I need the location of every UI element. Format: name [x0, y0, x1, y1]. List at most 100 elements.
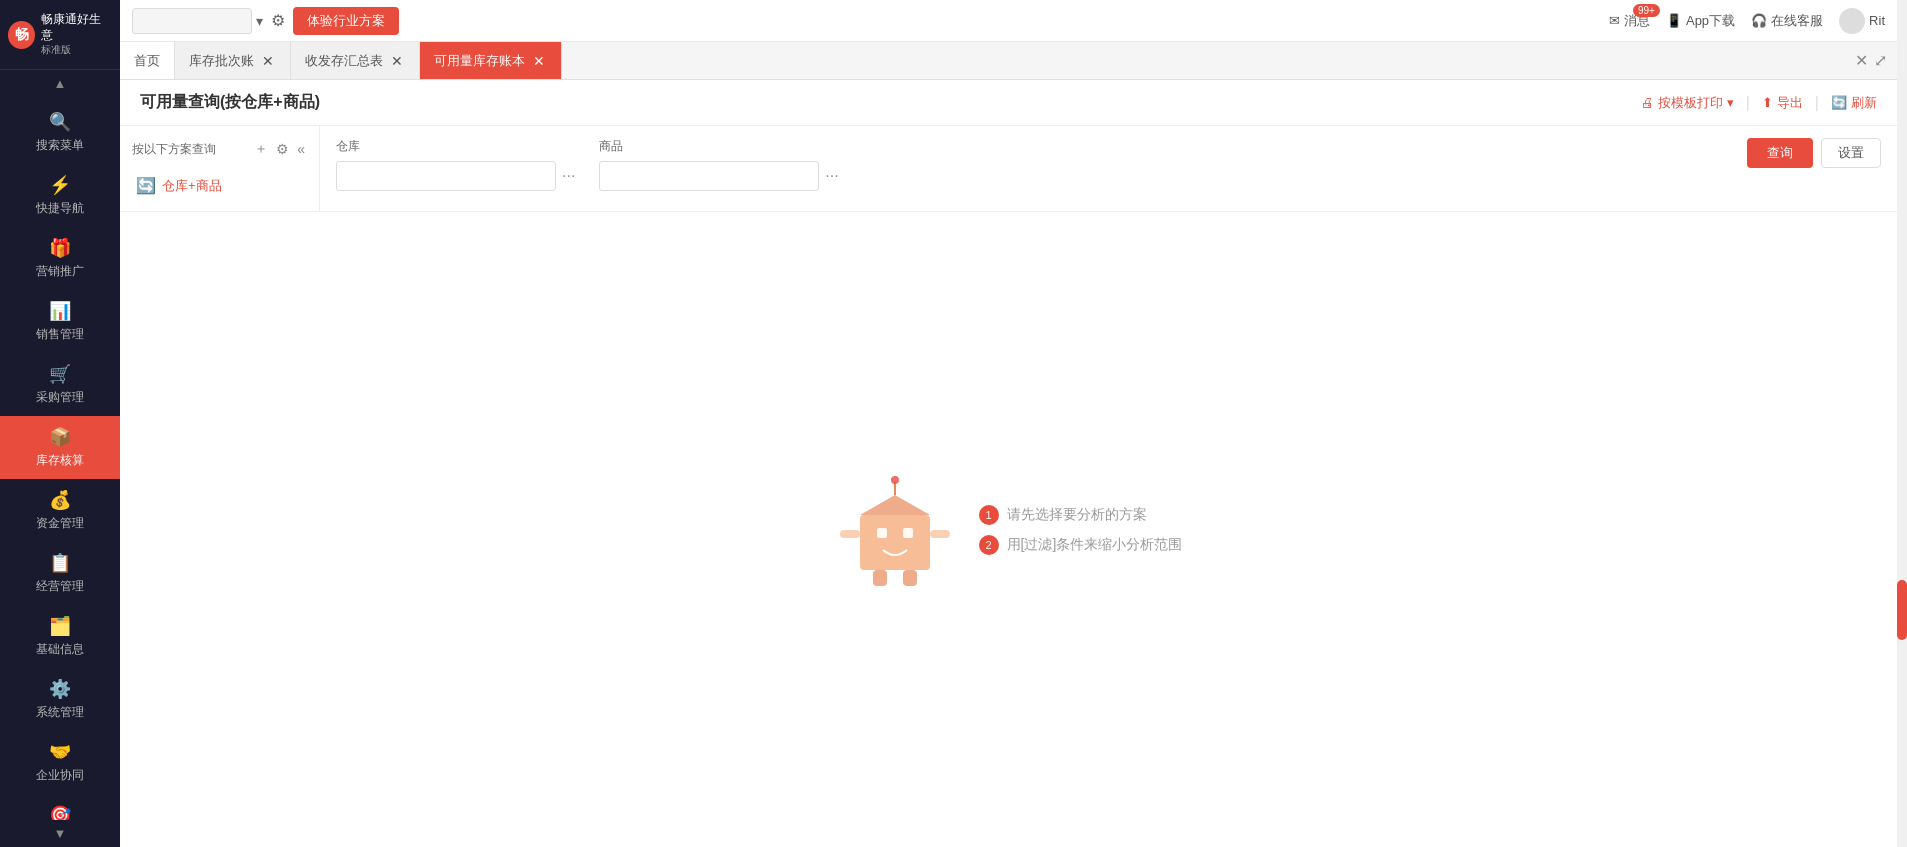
sidebar-item-label: 资金管理 [36, 515, 84, 532]
refresh-button[interactable]: 🔄 刷新 [1831, 94, 1877, 112]
message-action[interactable]: ✉ 消息 99+ [1609, 12, 1650, 30]
svg-marker-1 [860, 495, 930, 515]
sidebar-item-operations[interactable]: 📋 经营管理 [0, 542, 120, 605]
scheme-panel-actions: ＋ ⚙ « [252, 138, 307, 160]
tab-home-label: 首页 [134, 52, 160, 70]
scheme-item-warehouse-goods[interactable]: 🔄 仓库+商品 [120, 168, 319, 203]
goods-filter-input[interactable] [599, 161, 819, 191]
sidebar-item-sales[interactable]: 📊 销售管理 [0, 290, 120, 353]
empty-state: 1 请先选择要分析的方案 2 用[过滤]条件来缩小分析范围 [120, 212, 1897, 847]
sidebar-item-label: 库存核算 [36, 452, 84, 469]
hint-num-2: 2 [979, 535, 999, 555]
finance-icon: 💰 [49, 489, 71, 511]
hint-num-1: 1 [979, 505, 999, 525]
refresh-label: 刷新 [1851, 94, 1877, 112]
search-icon: 🔍 [49, 111, 71, 133]
page-title: 可用量查询(按仓库+商品) [140, 92, 320, 113]
tab-batch[interactable]: 库存批次账 ✕ [175, 42, 291, 79]
trial-button[interactable]: 体验行业方案 [293, 7, 399, 35]
tab-batch-label: 库存批次账 [189, 52, 254, 70]
username-label: Rit [1869, 13, 1885, 28]
message-badge: 99+ [1633, 4, 1660, 17]
search-input[interactable] [132, 8, 252, 34]
sidebar-item-label: 销售管理 [36, 326, 84, 343]
warehouse-more-button[interactable]: ··· [562, 167, 575, 185]
sidebar-item-label: 经营管理 [36, 578, 84, 595]
sidebar-item-cooperation[interactable]: 🤝 企业协同 [0, 731, 120, 794]
inventory-icon: 📦 [49, 426, 71, 448]
dropdown-button[interactable]: ▾ [256, 13, 263, 29]
sidebar-item-marketing[interactable]: 🎁 营销推广 [0, 227, 120, 290]
sidebar-item-search[interactable]: 🔍 搜索菜单 [0, 101, 120, 164]
warehouse-filter-input[interactable] [336, 161, 556, 191]
tab-available-close[interactable]: ✕ [531, 53, 547, 69]
settings-button[interactable]: 设置 [1821, 138, 1881, 168]
sales-icon: 📊 [49, 300, 71, 322]
goods-more-button[interactable]: ··· [825, 167, 838, 185]
scrollbar-thumb[interactable] [1897, 580, 1907, 640]
tab-summary[interactable]: 收发存汇总表 ✕ [291, 42, 420, 79]
divider: | [1746, 94, 1750, 112]
empty-hint-2: 2 用[过滤]条件来缩小分析范围 [979, 535, 1183, 555]
goods-filter-label: 商品 [599, 138, 838, 155]
warehouse-filter-label: 仓库 [336, 138, 575, 155]
scheme-edit-button[interactable]: ⚙ [274, 138, 291, 160]
chevron-down-icon: ▾ [1727, 95, 1734, 110]
sidebar-item-newbie[interactable]: 🎯 新手引导 [0, 794, 120, 820]
print-icon: 🖨 [1641, 95, 1654, 110]
warehouse-goods-icon: 🔄 [136, 176, 156, 195]
template-print-button[interactable]: 🖨 按模板打印 ▾ [1641, 94, 1734, 112]
page-header-actions: 🖨 按模板打印 ▾ | ⬆ 导出 | 🔄 刷新 [1641, 94, 1877, 112]
close-all-button[interactable]: ✕ [1855, 51, 1868, 70]
scheme-collapse-button[interactable]: « [295, 138, 307, 160]
sidebar-item-purchase[interactable]: 🛒 采购管理 [0, 353, 120, 416]
right-scrollbar[interactable] [1897, 0, 1907, 847]
newbie-icon: 🎯 [49, 804, 71, 820]
tab-available[interactable]: 可用量库存账本 ✕ [420, 42, 562, 79]
template-print-label: 按模板打印 [1658, 94, 1723, 112]
export-button[interactable]: ⬆ 导出 [1762, 94, 1803, 112]
query-area: 按以下方案查询 ＋ ⚙ « 🔄 仓库+商品 仓 [120, 126, 1897, 212]
online-service-action[interactable]: 🎧 在线客服 [1751, 12, 1823, 30]
app-logo: 畅 畅康通好生意 标准版 [8, 12, 112, 57]
basic-icon: 🗂️ [49, 615, 71, 637]
scheme-panel: 按以下方案查询 ＋ ⚙ « 🔄 仓库+商品 [120, 126, 320, 211]
app-download-action[interactable]: 📱 App下载 [1666, 12, 1735, 30]
empty-hint-1: 1 请先选择要分析的方案 [979, 505, 1183, 525]
online-service-label: 在线客服 [1771, 12, 1823, 30]
sidebar-item-inventory[interactable]: 📦 库存核算 [0, 416, 120, 479]
purchase-icon: 🛒 [49, 363, 71, 385]
sidebar-item-system[interactable]: ⚙️ 系统管理 [0, 668, 120, 731]
sidebar-item-label: 快捷导航 [36, 200, 84, 217]
scheme-item-label: 仓库+商品 [162, 177, 222, 195]
expand-button[interactable]: ⤢ [1874, 51, 1887, 70]
scheme-add-button[interactable]: ＋ [252, 138, 270, 160]
tab-summary-close[interactable]: ✕ [389, 53, 405, 69]
empty-svg [835, 470, 955, 590]
user-info[interactable]: Rit [1839, 8, 1885, 34]
scheme-panel-title: 按以下方案查询 [132, 141, 216, 158]
sidebar: 畅 畅康通好生意 标准版 ▲ 🔍 搜索菜单 ⚡ 快捷导航 🎁 营销推广 [0, 0, 120, 847]
svg-rect-3 [903, 528, 913, 538]
system-icon: ⚙️ [49, 678, 71, 700]
empty-text: 1 请先选择要分析的方案 2 用[过滤]条件来缩小分析范围 [979, 505, 1183, 555]
gear-button[interactable]: ⚙ [271, 11, 285, 30]
scroll-up-btn[interactable]: ▲ [0, 70, 120, 97]
sidebar-item-label: 采购管理 [36, 389, 84, 406]
export-label: 导出 [1777, 94, 1803, 112]
tab-batch-close[interactable]: ✕ [260, 53, 276, 69]
tab-home[interactable]: 首页 [120, 42, 175, 79]
svg-rect-0 [860, 515, 930, 570]
sidebar-item-label: 搜索菜单 [36, 137, 84, 154]
tab-summary-label: 收发存汇总表 [305, 52, 383, 70]
tabbar: 首页 库存批次账 ✕ 收发存汇总表 ✕ 可用量库存账本 ✕ ✕ ⤢ [120, 42, 1897, 80]
query-button[interactable]: 查询 [1747, 138, 1813, 168]
topbar: ▾ ⚙ 体验行业方案 ✉ 消息 99+ 📱 App下载 🎧 在线客服 [120, 0, 1897, 42]
scroll-down-btn[interactable]: ▼ [0, 820, 120, 847]
sidebar-item-label: 营销推广 [36, 263, 84, 280]
refresh-icon: 🔄 [1831, 95, 1847, 110]
svg-rect-2 [877, 528, 887, 538]
sidebar-item-basic[interactable]: 🗂️ 基础信息 [0, 605, 120, 668]
sidebar-item-shortcut[interactable]: ⚡ 快捷导航 [0, 164, 120, 227]
sidebar-item-finance[interactable]: 💰 资金管理 [0, 479, 120, 542]
